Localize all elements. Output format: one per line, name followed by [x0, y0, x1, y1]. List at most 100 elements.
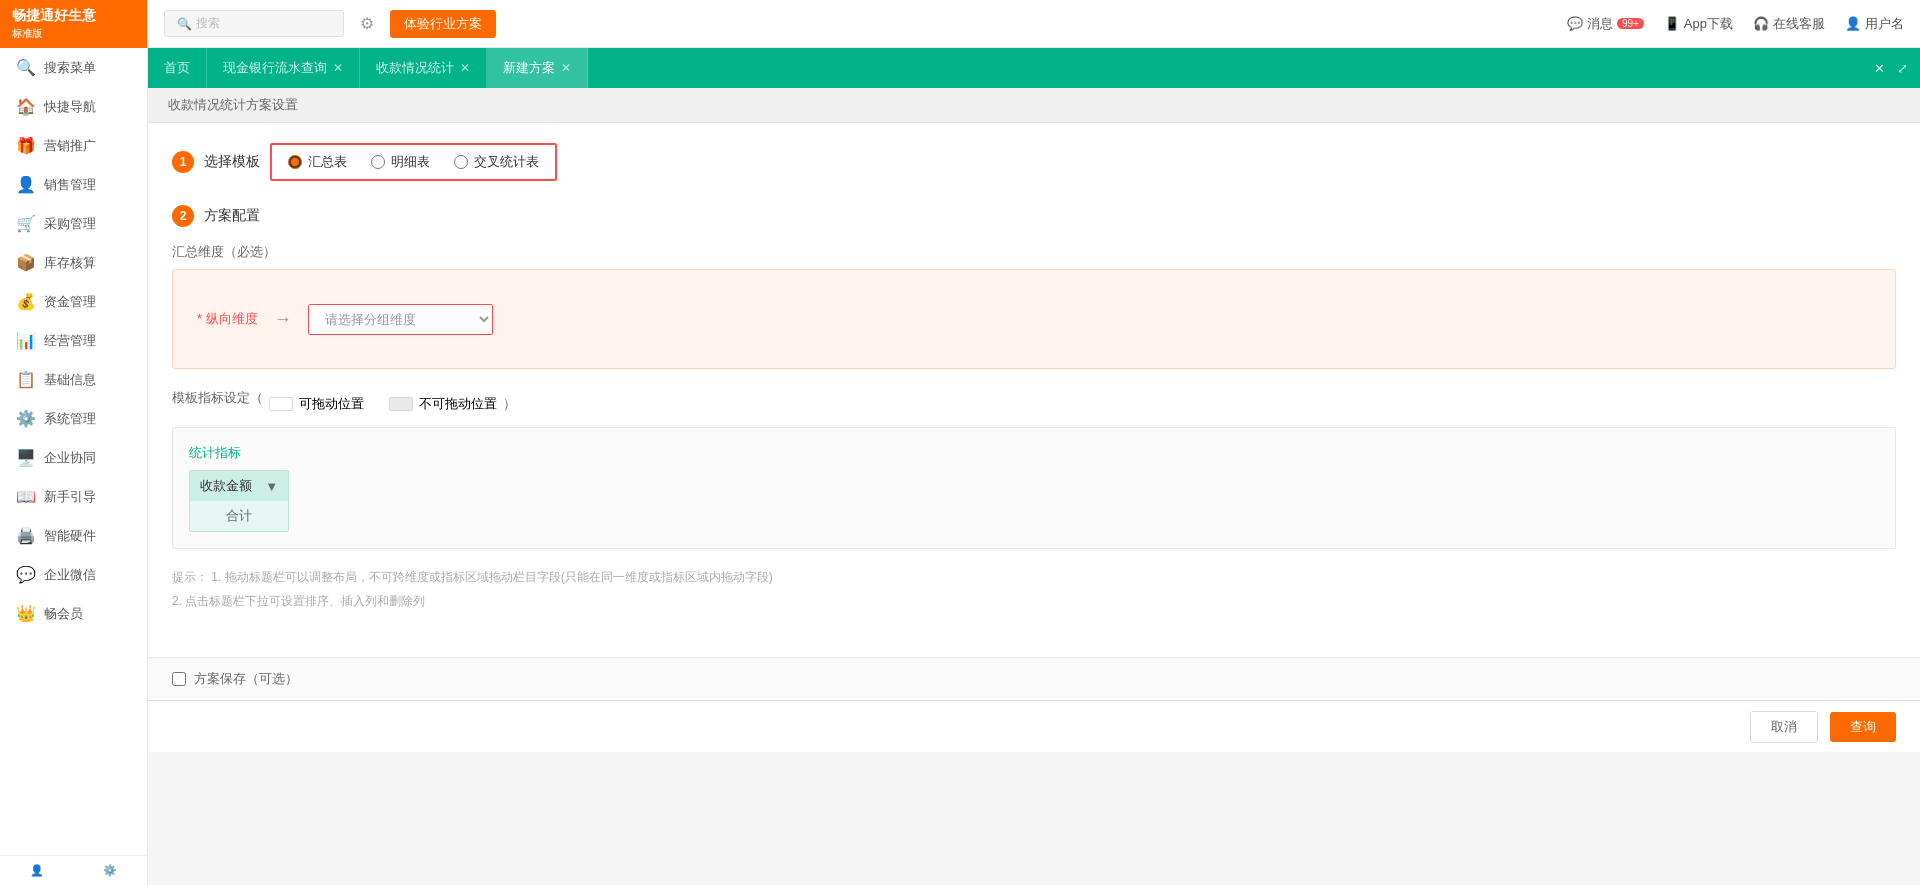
tab-new-plan[interactable]: 新建方案 ✕: [487, 48, 588, 88]
nodrag-box: [389, 397, 413, 411]
tab-receipts-stat[interactable]: 收款情况统计 ✕: [360, 48, 487, 88]
sidebar-item-purchase[interactable]: 🛒 采购管理: [0, 204, 147, 243]
support-icon: 🎧: [1753, 16, 1769, 31]
dimension-row: * 纵向维度 → 请选择分组维度: [197, 304, 493, 335]
cooperation-icon: 🖥️: [16, 448, 36, 467]
radio-detail-label: 明细表: [391, 153, 430, 171]
tab-new-plan-label: 新建方案: [503, 59, 555, 77]
content-area: 收款情况统计方案设置 1 选择模板 汇总表 明细表: [148, 88, 1920, 885]
home-icon: 🏠: [16, 97, 36, 116]
support-label: 在线客服: [1773, 15, 1825, 33]
radio-detail[interactable]: 明细表: [371, 153, 430, 171]
sidebar-item-newbie[interactable]: 📖 新手引导: [0, 477, 147, 516]
step2-title: 方案配置: [204, 207, 260, 225]
sales-icon: 👤: [16, 175, 36, 194]
query-button[interactable]: 查询: [1830, 712, 1896, 742]
dimension-config-label: 汇总维度（必选）: [172, 244, 276, 259]
sidebar-item-search-menu[interactable]: 🔍 搜索菜单: [0, 48, 147, 87]
close-all-icon[interactable]: ✕: [1874, 61, 1885, 76]
draggable-legend-label: 可拖动位置: [299, 395, 364, 413]
template-options: 汇总表 明细表 交叉统计表: [270, 143, 557, 181]
tabbar-actions: ✕ ⤢: [1862, 48, 1920, 88]
smart-hw-icon: 🖨️: [16, 526, 36, 545]
purchase-icon: 🛒: [16, 214, 36, 233]
save-label: 方案保存（可选）: [194, 670, 298, 688]
sidebar-bottom-user[interactable]: 👤: [30, 864, 44, 877]
sidebar-item-label: 企业协同: [44, 449, 96, 467]
sidebar-item-system[interactable]: ⚙️ 系统管理: [0, 399, 147, 438]
sidebar-item-smart-hw[interactable]: 🖨️ 智能硬件: [0, 516, 147, 555]
sidebar-item-finance[interactable]: 💰 资金管理: [0, 282, 147, 321]
radio-summary-input[interactable]: [288, 155, 302, 169]
metrics-close-paren: ）: [503, 395, 516, 413]
download-item[interactable]: 📱 App下载: [1664, 15, 1733, 33]
tab-bank-flow-close[interactable]: ✕: [333, 61, 343, 75]
metrics-card-header[interactable]: 收款金额 ▼: [190, 471, 288, 501]
message-item[interactable]: 💬 消息 99+: [1567, 15, 1644, 33]
search-placeholder: 搜索: [196, 15, 220, 32]
save-checkbox[interactable]: [172, 672, 186, 686]
topbar-right: 💬 消息 99+ 📱 App下载 🎧 在线客服 👤 用户名: [1567, 15, 1904, 33]
radio-summary[interactable]: 汇总表: [288, 153, 347, 171]
system-icon: ⚙️: [16, 409, 36, 428]
topbar: 🔍 搜索 ⚙ 体验行业方案 💬 消息 99+ 📱 App下载 🎧 在线客服 👤 …: [148, 0, 1920, 48]
sidebar-item-membership[interactable]: 👑 畅会员: [0, 594, 147, 633]
cancel-button[interactable]: 取消: [1750, 711, 1818, 743]
sidebar-item-label: 快捷导航: [44, 98, 96, 116]
sidebar-item-quick-nav[interactable]: 🏠 快捷导航: [0, 87, 147, 126]
sidebar-item-inventory[interactable]: 📦 库存核算: [0, 243, 147, 282]
sidebar-item-label: 经营管理: [44, 332, 96, 350]
vertical-dimension-label: * 纵向维度: [197, 310, 258, 328]
step1-number: 1: [172, 151, 194, 173]
sidebar-item-label: 基础信息: [44, 371, 96, 389]
breadcrumb-text: 收款情况统计方案设置: [168, 97, 298, 112]
support-item[interactable]: 🎧 在线客服: [1753, 15, 1825, 33]
radio-detail-input[interactable]: [371, 155, 385, 169]
metrics-card: 收款金额 ▼ 合计: [189, 470, 289, 532]
tab-new-plan-close[interactable]: ✕: [561, 61, 571, 75]
metrics-section-title: 统计指标: [189, 444, 1879, 462]
metrics-card-dropdown-icon[interactable]: ▼: [265, 479, 278, 494]
draggable-legend: 可拖动位置: [269, 395, 364, 413]
finance-icon: 💰: [16, 292, 36, 311]
expand-icon[interactable]: ⤢: [1897, 61, 1908, 76]
sidebar-item-label: 资金管理: [44, 293, 96, 311]
tab-bank-flow-label: 现金银行流水查询: [223, 59, 327, 77]
sidebar-item-basic-info[interactable]: 📋 基础信息: [0, 360, 147, 399]
nodrag-legend: 不可拖动位置: [389, 395, 497, 413]
logo-sub: 标准版: [12, 27, 96, 41]
user-item[interactable]: 👤 用户名: [1845, 15, 1904, 33]
sidebar-item-label: 销售管理: [44, 176, 96, 194]
breadcrumb: 收款情况统计方案设置: [148, 88, 1920, 123]
user-avatar: 👤: [1845, 16, 1861, 31]
sidebar-item-sales[interactable]: 👤 销售管理: [0, 165, 147, 204]
radio-cross-input[interactable]: [454, 155, 468, 169]
radio-cross-label: 交叉统计表: [474, 153, 539, 171]
sidebar-logo: 畅捷通好生意 标准版: [0, 0, 147, 48]
footer-save: 方案保存（可选）: [148, 657, 1920, 700]
sidebar-bottom-settings[interactable]: ⚙️: [103, 864, 117, 877]
sidebar-item-marketing[interactable]: 🎁 营销推广: [0, 126, 147, 165]
tab-bank-flow[interactable]: 现金银行流水查询 ✕: [207, 48, 360, 88]
tabbar: 首页 现金银行流水查询 ✕ 收款情况统计 ✕ 新建方案 ✕ ✕ ⤢: [148, 48, 1920, 88]
tips: 提示： 1. 拖动标题栏可以调整布局，不可跨维度或指标区域拖动栏目字段(只能在同…: [172, 565, 1896, 613]
dimension-select[interactable]: 请选择分组维度: [308, 304, 493, 335]
sidebar-item-label: 企业微信: [44, 566, 96, 584]
operation-icon: 📊: [16, 331, 36, 350]
topbar-search[interactable]: 🔍 搜索: [164, 10, 344, 37]
tab-receipts-stat-label: 收款情况统计: [376, 59, 454, 77]
sidebar-item-label: 库存核算: [44, 254, 96, 272]
newbie-icon: 📖: [16, 487, 36, 506]
gear-icon[interactable]: ⚙: [360, 14, 374, 33]
tab-receipts-stat-close[interactable]: ✕: [460, 61, 470, 75]
trial-button[interactable]: 体验行业方案: [390, 10, 496, 38]
sidebar-item-operation[interactable]: 📊 经营管理: [0, 321, 147, 360]
radio-cross[interactable]: 交叉统计表: [454, 153, 539, 171]
tab-home[interactable]: 首页: [148, 48, 207, 88]
sidebar-item-wechat[interactable]: 💬 企业微信: [0, 555, 147, 594]
sidebar-item-cooperation[interactable]: 🖥️ 企业协同: [0, 438, 147, 477]
step1-title: 选择模板: [204, 153, 260, 171]
sidebar-item-label: 新手引导: [44, 488, 96, 506]
sidebar-item-label: 系统管理: [44, 410, 96, 428]
metrics-card-row: 合计: [190, 501, 288, 531]
